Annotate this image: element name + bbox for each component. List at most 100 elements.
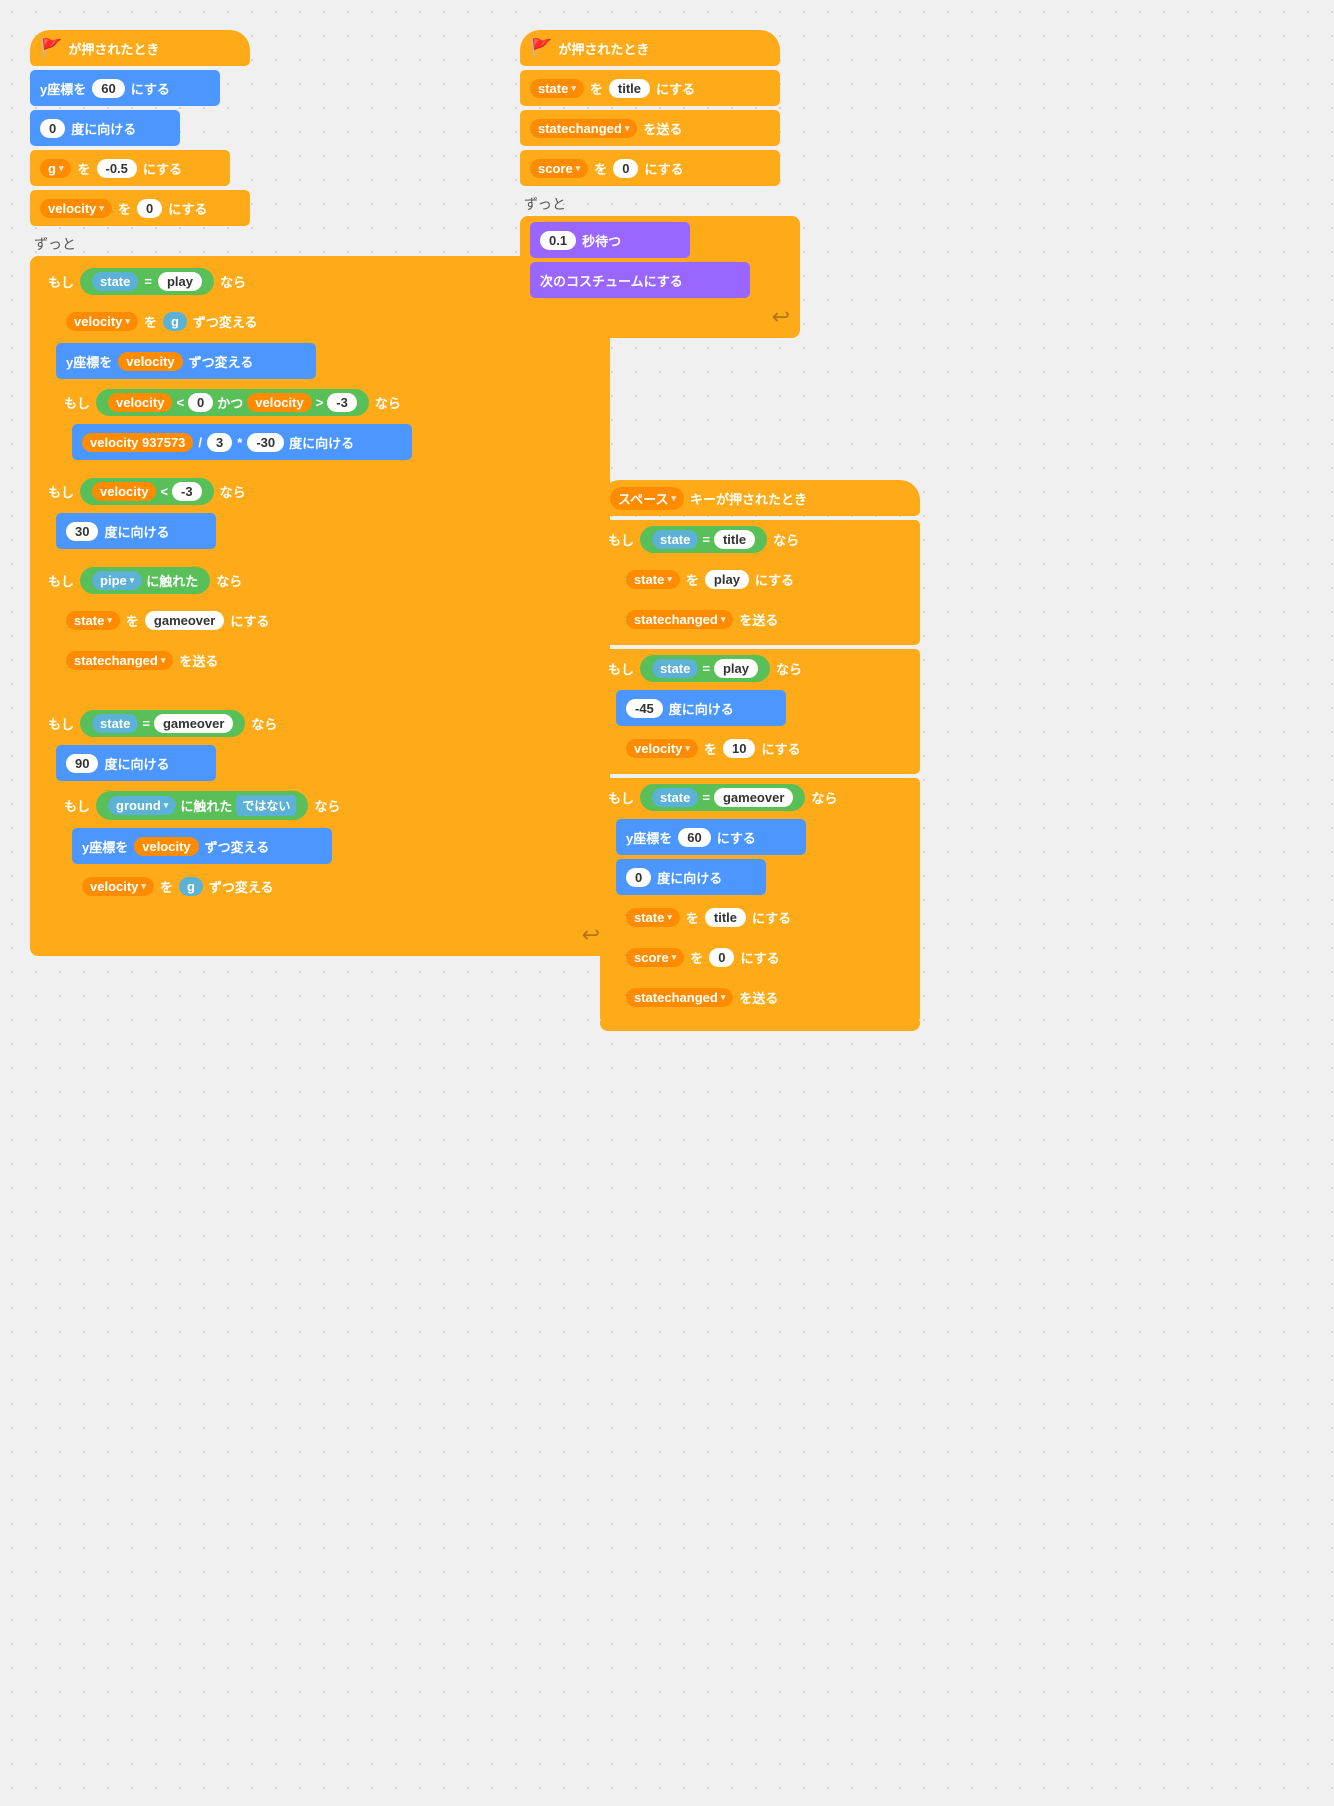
eq-play-r: =	[702, 661, 710, 676]
next-costume-label: 次のコスチュームにする	[540, 271, 683, 290]
pipe-var: pipe▾	[92, 571, 142, 590]
if-ground-row[interactable]: もし ground▾ に触れた ではない なら	[56, 785, 600, 826]
state-title-pill-r[interactable]: state▾	[626, 908, 680, 927]
point-calc-block[interactable]: velocity 937573 / 3 * -30 度に向ける	[72, 424, 412, 460]
point-90[interactable]: 90 度に向ける	[56, 745, 216, 781]
wait-01[interactable]: 0.1 秒待つ	[530, 222, 690, 258]
moshi-title: もし	[608, 530, 634, 549]
statechanged-top[interactable]: statechanged▾	[530, 119, 637, 138]
send-statechanged-title[interactable]: statechanged▾ を送る	[616, 601, 866, 637]
ni-suru-10: にする	[761, 739, 800, 758]
wo-title: を	[590, 79, 603, 98]
eq-1: =	[144, 274, 152, 289]
hat-block-left[interactable]: 🚩 が押されたとき	[30, 30, 250, 66]
if-state-title-row[interactable]: もし state = title なら	[600, 520, 920, 559]
set-velocity-10[interactable]: velocity▾ を 10 にする	[616, 730, 856, 766]
ni-suru-title-r: にする	[752, 908, 791, 927]
forever-body-right-top: 0.1 秒待つ 次のコスチュームにする	[520, 216, 800, 300]
ni-suru-play-r: にする	[755, 570, 794, 589]
hat-block-right-top[interactable]: 🚩 が押されたとき	[520, 30, 780, 66]
moshi-label-1: もし	[48, 272, 74, 291]
spacer-1	[30, 686, 610, 700]
gameover-cond-left: state = gameover	[80, 710, 245, 737]
point-dir-0[interactable]: 0 度に向ける	[30, 110, 180, 146]
send-statechanged-1[interactable]: statechanged▾ を送る	[56, 642, 296, 678]
if-gameover-r-outer: もし state = gameover なら y座標を 60 にする 0	[600, 778, 920, 1023]
title-val: title	[609, 79, 650, 98]
vel-lt-n3-cond: velocity < -3	[80, 478, 214, 505]
right-top-script: 🚩 が押されたとき state▾ を title にする statechange…	[520, 30, 800, 338]
send-statechanged-top[interactable]: statechanged▾ を送る	[520, 110, 780, 146]
if-pipe-body: state▾ を gameover にする statechanged▾ を送る	[40, 602, 600, 680]
state-var-gameover[interactable]: state▾	[66, 611, 120, 630]
wo-g: を	[144, 312, 157, 331]
change-y-velocity[interactable]: y座標を velocity ずつ変える	[56, 343, 316, 379]
set-state-title-r[interactable]: state▾ を title にする	[616, 899, 876, 935]
score-pill-top[interactable]: score▾	[530, 159, 588, 178]
statechanged-pill-r[interactable]: statechanged▾	[626, 988, 733, 1007]
vel-pill-g2[interactable]: velocity▾	[82, 877, 154, 896]
if-vel-lt-n3-outer: もし velocity < -3 なら 30 度に向ける	[30, 468, 610, 557]
if-gameover-row-left[interactable]: もし state = gameover なら	[40, 704, 600, 743]
state-play-r-cond: state = play	[640, 655, 770, 682]
if-vel-lt-n3-row[interactable]: もし velocity < -3 なら	[40, 472, 600, 511]
vel-pill-10[interactable]: velocity▾	[626, 739, 698, 758]
right-bottom-footer	[600, 1021, 920, 1031]
point-30-block[interactable]: 30 度に向ける	[56, 513, 216, 549]
moshi-play-r: もし	[608, 659, 634, 678]
play-val-1: play	[158, 272, 202, 291]
change-y-vel-2[interactable]: y座標を velocity ずつ変える	[72, 828, 332, 864]
state-pill-title[interactable]: state▾	[530, 79, 584, 98]
point-n45[interactable]: -45 度に向ける	[616, 690, 786, 726]
set-y-block[interactable]: y座標を 60 にする	[30, 70, 220, 106]
ni-fureta-2: に触れた	[180, 796, 232, 815]
wo-vel-10: を	[704, 739, 717, 758]
gt-1: >	[316, 395, 324, 410]
eq-gameover-r: =	[702, 790, 710, 805]
if-gameover-r-row[interactable]: もし state = gameover なら	[600, 778, 920, 817]
velocity-pill-change[interactable]: velocity▾	[66, 312, 138, 331]
if-state-play-row[interactable]: もし state = play なら	[40, 262, 600, 301]
ni-suru-gameover: にする	[230, 611, 269, 630]
set-g-block[interactable]: g▾ を -0.5 にする	[30, 150, 230, 186]
score-pill-r[interactable]: score▾	[626, 948, 684, 967]
send-statechanged-r[interactable]: statechanged▾ を送る	[616, 979, 876, 1015]
moshi-gameover-r: もし	[608, 788, 634, 807]
if-gameover-block-left: もし state = gameover なら 90 度に向ける	[40, 704, 600, 918]
g-var-pill[interactable]: g▾	[40, 159, 71, 178]
zero-val: 0	[188, 393, 213, 412]
state-play-pill-r[interactable]: state▾	[626, 570, 680, 589]
point-0-r[interactable]: 0 度に向ける	[616, 859, 766, 895]
state-title-cond: state = title	[640, 526, 767, 553]
statechanged-pill-1[interactable]: statechanged▾	[66, 651, 173, 670]
y-label-2: y座標を	[66, 352, 112, 371]
set-state-gameover[interactable]: state▾ を gameover にする	[56, 602, 336, 638]
space-key-pill[interactable]: スペース▾	[610, 487, 684, 510]
set-velocity-0[interactable]: velocity▾ を 0 にする	[30, 190, 250, 226]
hat-space-key[interactable]: スペース▾ キーが押されたとき	[600, 480, 920, 516]
state-var-5: state	[92, 714, 138, 733]
velocity-pill-y: velocity	[118, 352, 182, 371]
wo-score-r: を	[690, 948, 703, 967]
okuru-r: を送る	[739, 988, 778, 1007]
ground-var: ground▾	[108, 796, 176, 815]
vel-calc-pill: velocity 937573	[82, 433, 193, 452]
change-vel-g-2[interactable]: velocity▾ を g ずつ変える	[72, 868, 332, 904]
next-costume[interactable]: 次のコスチュームにする	[530, 262, 750, 298]
statechanged-pill-title[interactable]: statechanged▾	[626, 610, 733, 629]
if-vel-cond-row[interactable]: もし velocity < 0 かつ velocity > -3 なら	[56, 383, 600, 422]
change-velocity-g[interactable]: velocity▾ を g ずつ変える	[56, 303, 336, 339]
if-state-play-r-row[interactable]: もし state = play なら	[600, 649, 920, 688]
set-y-60-r[interactable]: y座標を 60 にする	[616, 819, 806, 855]
set-state-play-r[interactable]: state▾ を play にする	[616, 561, 866, 597]
set-state-title[interactable]: state▾ を title にする	[520, 70, 780, 106]
if-gameover-body-r: y座標を 60 にする 0 度に向ける state▾ を title にする	[600, 819, 920, 1017]
set-score-0-r[interactable]: score▾ を 0 にする	[616, 939, 856, 975]
velocity-var-pill-0[interactable]: velocity▾	[40, 199, 112, 218]
set-score-0-top[interactable]: score▾ を 0 にする	[520, 150, 780, 186]
play-val-r2: play	[714, 659, 758, 678]
score-val-r: 0	[709, 948, 734, 967]
div-label: /	[198, 435, 202, 450]
three-val: 3	[207, 433, 232, 452]
if-pipe-row[interactable]: もし pipe▾ に触れた なら	[40, 561, 600, 600]
